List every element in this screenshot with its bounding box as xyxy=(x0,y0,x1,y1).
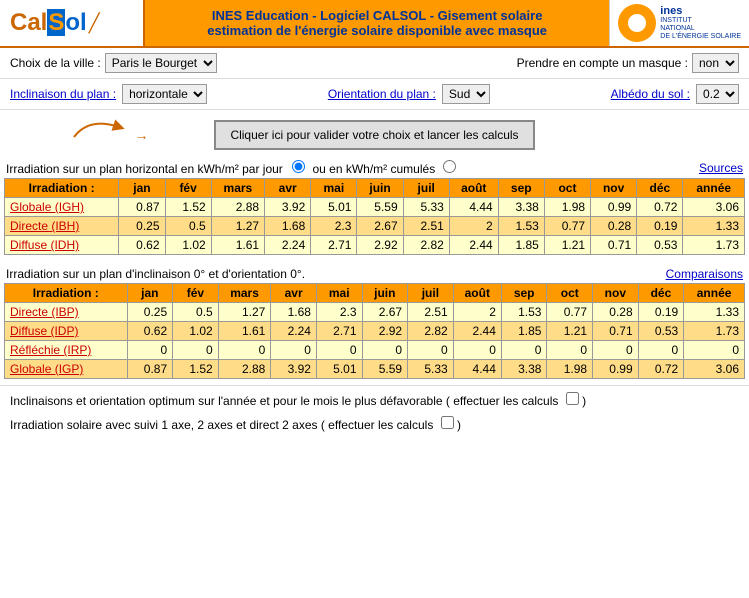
albedo-select[interactable]: 0.2 xyxy=(696,84,739,104)
table1: Irradiation : jan fév mars avr mai juin … xyxy=(4,178,745,255)
title-line1: INES Education - Logiciel CALSOL - Gisem… xyxy=(212,8,543,23)
table-row: Diffuse (IDH) 0.621.021.612.242.712.922.… xyxy=(5,236,745,255)
validate-button[interactable]: Cliquer ici pour valider votre choix et … xyxy=(214,120,534,150)
calc-checkbox-1[interactable] xyxy=(566,392,579,405)
col-sep: sep xyxy=(498,179,544,198)
table2-wrap: Irradiation : janfévmarsavrmaijuinjuilao… xyxy=(0,283,749,385)
ines-logo-area: ines INSTITUTNATIONALDE L'ÉNERGIE SOLAIR… xyxy=(609,0,749,46)
cell: 0.87 xyxy=(119,198,165,217)
col-mars: mars xyxy=(211,179,264,198)
albedo-label[interactable]: Albédo du sol : xyxy=(611,87,690,101)
logo: CalSol xyxy=(10,9,87,37)
city-label: Choix de la ville : xyxy=(10,56,101,70)
col-annee: année xyxy=(683,179,745,198)
validate-section: → Cliquer ici pour valider votre choix e… xyxy=(0,110,749,156)
bottom-text2: Irradiation solaire avec suivi 1 axe, 2 … xyxy=(10,416,739,432)
city-select[interactable]: Paris le Bourget xyxy=(105,53,217,73)
table-row: Globale (IGP) 0.871.522.883.925.015.595.… xyxy=(5,360,745,379)
col-juil: juil xyxy=(403,179,449,198)
col-irradiation-header2: Irradiation : xyxy=(5,284,128,303)
radio-per-day[interactable] xyxy=(292,160,305,173)
row-diffuse-idh-label[interactable]: Diffuse (IDH) xyxy=(5,236,119,255)
row-directe-ibh-label[interactable]: Directe (IBH) xyxy=(5,217,119,236)
row-globale-igp-label[interactable]: Globale (IGP) xyxy=(5,360,128,379)
table2-section-header: Irradiation sur un plan d'inclinaison 0°… xyxy=(0,261,749,283)
table-row: Directe (IBP) 0.250.51.271.682.32.672.51… xyxy=(5,303,745,322)
orientation-select[interactable]: Sud xyxy=(442,84,490,104)
logo-area: CalSol ╱ xyxy=(0,0,145,46)
col-irradiation-header: Irradiation : xyxy=(5,179,119,198)
bottom-section: Inclinaisons et orientation optimum sur … xyxy=(0,385,749,438)
table2-section-label: Irradiation sur un plan d'inclinaison 0°… xyxy=(6,267,305,281)
mask-select[interactable]: non xyxy=(692,53,739,73)
comparaisons-link[interactable]: Comparaisons xyxy=(666,267,743,281)
col-jan: jan xyxy=(119,179,165,198)
table-row: Directe (IBH) 0.250.51.271.682.32.672.51… xyxy=(5,217,745,236)
row-directe-ibp-label[interactable]: Directe (IBP) xyxy=(5,303,128,322)
radio-cumulated[interactable] xyxy=(443,160,456,173)
header-title: INES Education - Logiciel CALSOL - Gisem… xyxy=(145,0,609,46)
bottom-text1: Inclinaisons et orientation optimum sur … xyxy=(10,392,739,408)
table2-header-row: Irradiation : janfévmarsavrmaijuinjuilao… xyxy=(5,284,745,303)
mask-label: Prendre en compte un masque : xyxy=(517,56,688,70)
table1-section-label: Irradiation sur un plan horizontal en kW… xyxy=(6,160,456,176)
orientation-label[interactable]: Orientation du plan : xyxy=(328,87,436,101)
row-diffuse-idp-label[interactable]: Diffuse (IDP) xyxy=(5,322,128,341)
col-mai: mai xyxy=(311,179,357,198)
ines-subtext: INSTITUTNATIONALDE L'ÉNERGIE SOLAIRE xyxy=(660,17,741,40)
inclination-label[interactable]: Inclinaison du plan : xyxy=(10,87,116,101)
col-dec: déc xyxy=(637,179,683,198)
col-oct: oct xyxy=(544,179,590,198)
col-avr: avr xyxy=(265,179,311,198)
table1-section-header: Irradiation sur un plan horizontal en kW… xyxy=(0,156,749,178)
row-globale-igh-label[interactable]: Globale (IGH) xyxy=(5,198,119,217)
sources-link[interactable]: Sources xyxy=(699,161,743,175)
inclination-select[interactable]: horizontale xyxy=(122,84,207,104)
col-juin: juin xyxy=(357,179,403,198)
col-fev: fév xyxy=(165,179,211,198)
table2: Irradiation : janfévmarsavrmaijuinjuilao… xyxy=(4,283,745,379)
calc-checkbox-2[interactable] xyxy=(441,416,454,429)
table1-wrap: Irradiation : jan fév mars avr mai juin … xyxy=(0,178,749,261)
arrow-decoration: → xyxy=(134,127,148,143)
title-line2: estimation de l'énergie solaire disponib… xyxy=(207,23,547,38)
table1-header-row: Irradiation : jan fév mars avr mai juin … xyxy=(5,179,745,198)
col-nov: nov xyxy=(591,179,637,198)
table-row: Réfléchie (IRP) 0000000000000 xyxy=(5,341,745,360)
table-row: Globale (IGH) 0.871.522.883.925.015.595.… xyxy=(5,198,745,217)
row-reflechie-irp-label[interactable]: Réfléchie (IRP) xyxy=(5,341,128,360)
ines-text: ines xyxy=(660,5,741,17)
table-row: Diffuse (IDP) 0.621.021.612.242.712.922.… xyxy=(5,322,745,341)
col-aout: août xyxy=(449,179,498,198)
